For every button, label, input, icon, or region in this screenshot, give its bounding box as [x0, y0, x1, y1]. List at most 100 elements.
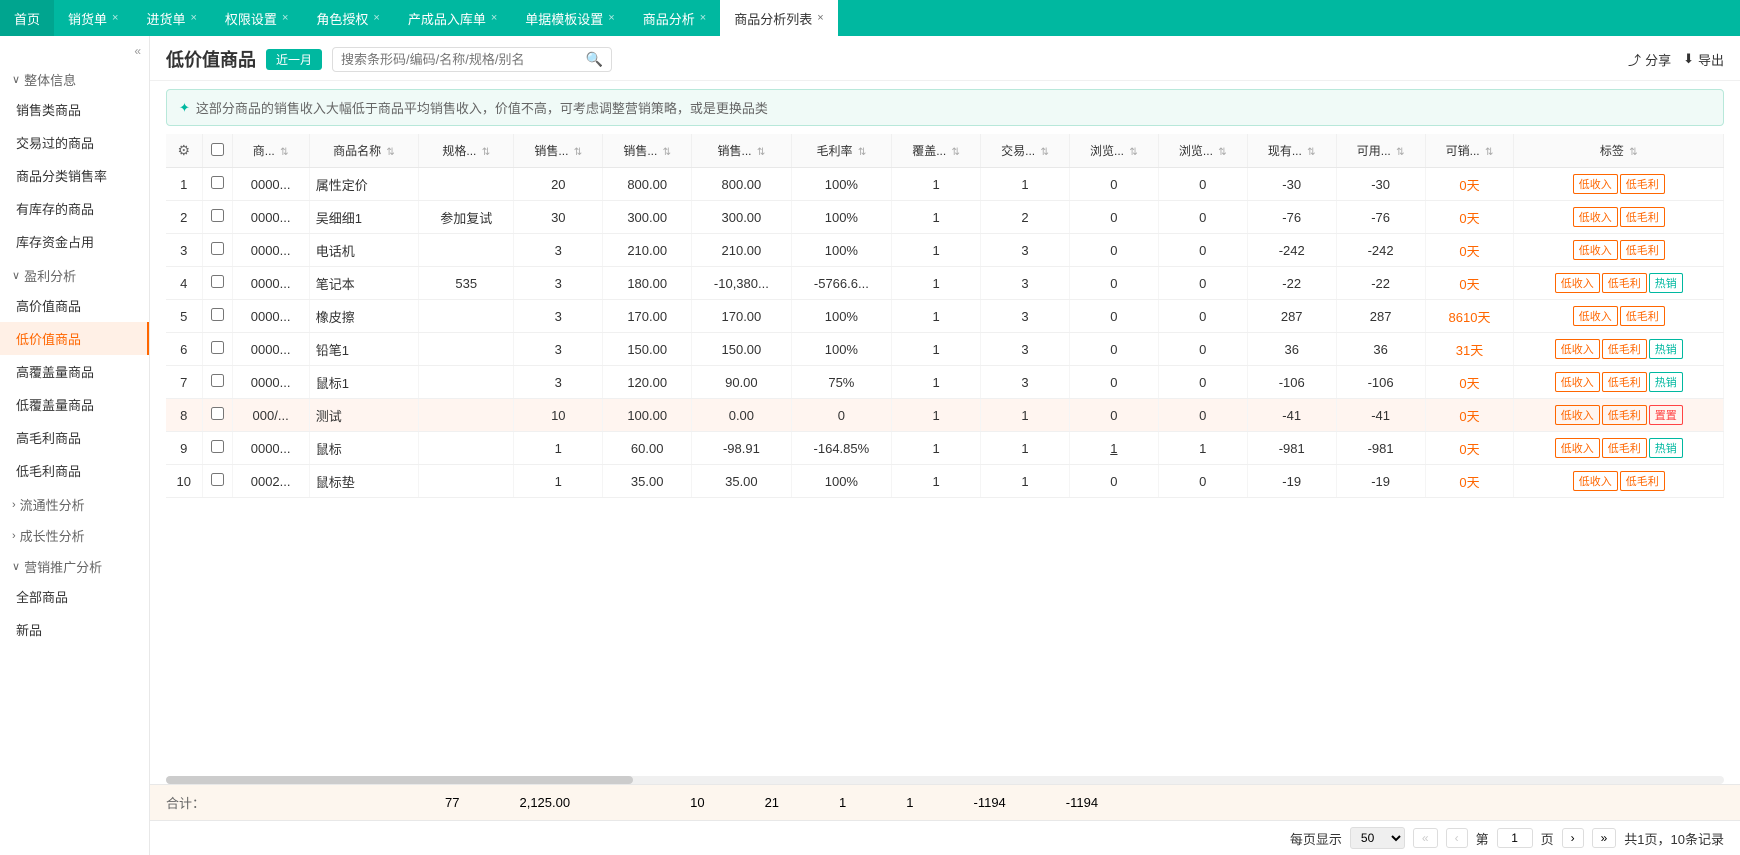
table-row: 4 0000... 笔记本 535 3 180.00 -10,380... -5… — [166, 267, 1724, 300]
cell-sale-amount: 800.00 — [603, 168, 692, 201]
sidebar-group-marketing[interactable]: ∨ 营销推广分析 — [0, 549, 149, 580]
close-icon[interactable]: × — [700, 12, 706, 24]
last-page-button[interactable]: » — [1592, 828, 1617, 848]
close-icon[interactable]: × — [373, 12, 379, 24]
sidebar-group-overall[interactable]: ∨ 整体信息 — [0, 62, 149, 93]
nav-permissions[interactable]: 权限设置 × — [211, 0, 302, 36]
cell-checkbox[interactable] — [202, 201, 232, 234]
sidebar-item-in-stock[interactable]: 有库存的商品 — [0, 192, 149, 225]
sidebar-item-inventory-capital[interactable]: 库存资金占用 — [0, 225, 149, 258]
sidebar-collapse-btn[interactable]: « — [0, 36, 149, 62]
nav-template-settings[interactable]: 单据模板设置 × — [511, 0, 628, 36]
row-checkbox[interactable] — [211, 209, 224, 222]
scrollbar-thumb[interactable] — [166, 776, 633, 784]
row-checkbox[interactable] — [211, 440, 224, 453]
search-input[interactable] — [341, 52, 580, 67]
cell-spec — [419, 168, 514, 201]
share-button[interactable]: ⤴ 分享 — [1628, 50, 1671, 69]
cell-browse2: 0 — [1158, 300, 1247, 333]
cell-current: 36 — [1247, 333, 1336, 366]
row-checkbox[interactable] — [211, 407, 224, 420]
cell-checkbox[interactable] — [202, 399, 232, 432]
sidebar-item-all-products[interactable]: 全部商品 — [0, 580, 149, 613]
cell-name: 吴细细1 — [309, 201, 418, 234]
sidebar-group-profit[interactable]: ∨ 盈利分析 — [0, 258, 149, 289]
row-checkbox[interactable] — [211, 242, 224, 255]
row-checkbox[interactable] — [211, 176, 224, 189]
sidebar-item-low-coverage[interactable]: 低覆盖量商品 — [0, 388, 149, 421]
cell-browse1[interactable]: 0 — [1069, 465, 1158, 498]
sidebar-item-sales-products[interactable]: 销售类商品 — [0, 93, 149, 126]
page-number-input[interactable] — [1497, 828, 1533, 848]
cell-checkbox[interactable] — [202, 234, 232, 267]
cell-browse1[interactable]: 0 — [1069, 333, 1158, 366]
row-checkbox[interactable] — [211, 473, 224, 486]
cell-browse1[interactable]: 0 — [1069, 399, 1158, 432]
sidebar-item-new-products[interactable]: 新品 — [0, 613, 149, 646]
cell-browse1[interactable]: 0 — [1069, 366, 1158, 399]
tag-badge: 低毛利 — [1602, 339, 1647, 359]
nav-product-storage[interactable]: 产成品入库单 × — [394, 0, 511, 36]
period-badge[interactable]: 近一月 — [266, 49, 322, 70]
nav-sales-order[interactable]: 销货单 × — [54, 0, 132, 36]
cell-qty: 3 — [514, 366, 603, 399]
cell-browse1[interactable]: 0 — [1069, 300, 1158, 333]
close-icon[interactable]: × — [282, 12, 288, 24]
cell-code: 0000... — [232, 432, 309, 465]
cell-browse1[interactable]: 0 — [1069, 234, 1158, 267]
cell-checkbox[interactable] — [202, 333, 232, 366]
tag-badge: 低毛利 — [1602, 405, 1647, 425]
sidebar-item-low-margin[interactable]: 低毛利商品 — [0, 454, 149, 487]
cell-checkbox[interactable] — [202, 366, 232, 399]
cell-sale-amount: 120.00 — [603, 366, 692, 399]
first-page-button[interactable]: « — [1413, 828, 1438, 848]
nav-home[interactable]: 首页 — [0, 0, 54, 36]
horizontal-scrollbar[interactable] — [166, 776, 1724, 784]
export-button[interactable]: ⬇ 导出 — [1683, 50, 1724, 69]
sidebar-item-traded-products[interactable]: 交易过的商品 — [0, 126, 149, 159]
th-gear[interactable]: ⚙ — [166, 134, 202, 168]
sidebar-group-liquidity[interactable]: › 流通性分析 — [0, 487, 149, 518]
table-container[interactable]: ⚙ 商... ⇅ 商品名称 ⇅ 规格... ⇅ 销售... ⇅ 销售... ⇅ … — [150, 134, 1740, 776]
close-icon[interactable]: × — [491, 12, 497, 24]
cell-checkbox[interactable] — [202, 168, 232, 201]
sidebar-item-high-coverage[interactable]: 高覆盖量商品 — [0, 355, 149, 388]
nav-purchase-order[interactable]: 进货单 × — [132, 0, 210, 36]
search-icon[interactable]: 🔍 — [586, 51, 603, 68]
cell-checkbox[interactable] — [202, 300, 232, 333]
cell-no: 5 — [166, 300, 202, 333]
sidebar-item-low-value[interactable]: 低价值商品 — [0, 322, 149, 355]
cell-browse1[interactable]: 0 — [1069, 201, 1158, 234]
close-icon[interactable]: × — [190, 12, 196, 24]
prev-page-button[interactable]: ‹ — [1446, 828, 1468, 848]
row-checkbox[interactable] — [211, 275, 224, 288]
nav-product-analysis-list[interactable]: 商品分析列表 × — [720, 0, 837, 36]
row-checkbox[interactable] — [211, 374, 224, 387]
cell-checkbox[interactable] — [202, 432, 232, 465]
close-icon[interactable]: × — [817, 12, 823, 24]
cell-checkbox[interactable] — [202, 267, 232, 300]
row-checkbox[interactable] — [211, 341, 224, 354]
nav-product-analysis[interactable]: 商品分析 × — [629, 0, 720, 36]
cell-browse1[interactable]: 1 — [1069, 432, 1158, 465]
sidebar-item-high-margin[interactable]: 高毛利商品 — [0, 421, 149, 454]
cell-checkbox[interactable] — [202, 465, 232, 498]
gear-icon[interactable]: ⚙ — [177, 142, 190, 158]
cell-browse2: 0 — [1158, 267, 1247, 300]
close-icon[interactable]: × — [112, 12, 118, 24]
cell-tags: 低收入低毛利 — [1514, 465, 1724, 498]
sidebar-group-growth[interactable]: › 成长性分析 — [0, 518, 149, 549]
cell-browse1[interactable]: 0 — [1069, 267, 1158, 300]
close-icon[interactable]: × — [608, 12, 614, 24]
select-all-checkbox[interactable] — [211, 143, 224, 156]
nav-role-auth[interactable]: 角色授权 × — [302, 0, 393, 36]
header-actions: ⤴ 分享 ⬇ 导出 — [1628, 50, 1724, 69]
th-checkbox[interactable] — [202, 134, 232, 168]
page-size-select[interactable]: 50 100 200 — [1350, 827, 1405, 849]
cell-tags: 低收入低毛利热销 — [1514, 366, 1724, 399]
row-checkbox[interactable] — [211, 308, 224, 321]
sidebar-item-high-value[interactable]: 高价值商品 — [0, 289, 149, 322]
next-page-button[interactable]: › — [1562, 828, 1584, 848]
cell-browse1[interactable]: 0 — [1069, 168, 1158, 201]
sidebar-item-category-sales-rate[interactable]: 商品分类销售率 — [0, 159, 149, 192]
